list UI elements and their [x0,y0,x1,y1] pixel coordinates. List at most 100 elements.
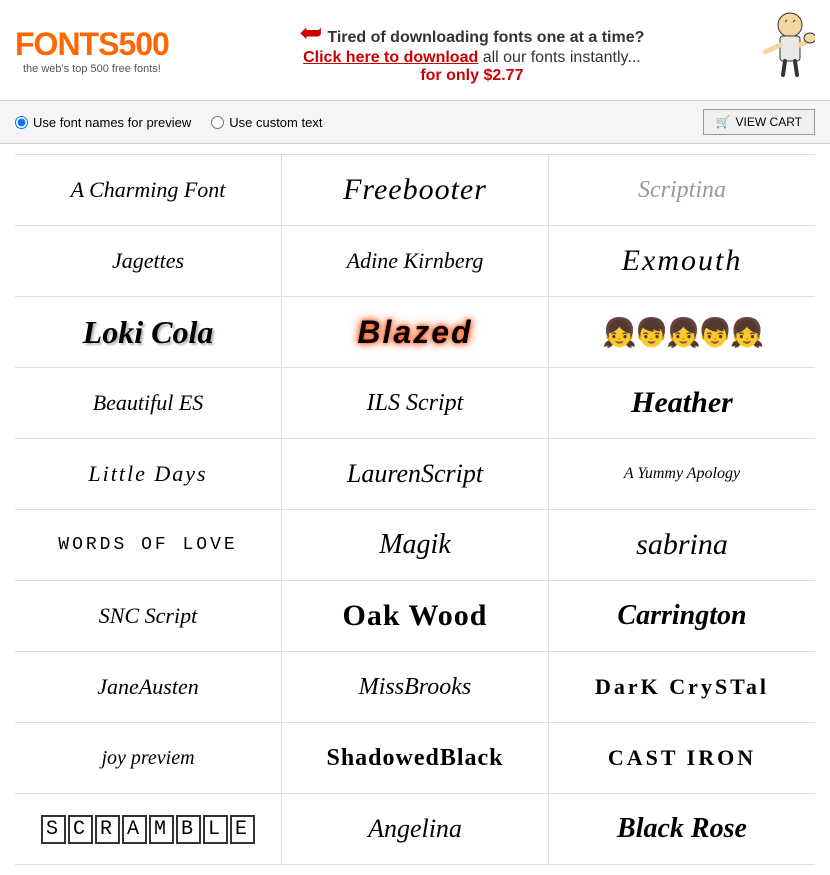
font-row: SCRAMBLE Angelina Black Rose [15,794,815,865]
font-cell[interactable]: Jagettes [15,226,282,296]
cart-icon: 🛒 [716,115,731,129]
font-cell[interactable]: sabrina [549,510,815,580]
font-cell[interactable]: Adine Kirnberg [282,226,549,296]
ad-rest: all our fonts instantly... [483,49,641,66]
scramble-l: L [203,815,228,844]
font-preview: SCRAMBLE [40,814,256,845]
font-preview: Exmouth [622,244,743,278]
font-preview: JaneAusten [97,674,198,700]
logo-fonts: FONTS [15,26,118,62]
view-cart-button[interactable]: 🛒 VIEW CART [703,109,815,135]
font-cell[interactable]: Oak Wood [282,581,549,651]
font-preview: Loki Cola [83,314,214,351]
font-cell[interactable]: Exmouth [549,226,815,296]
font-grid: A Charming Font Freebooter Scriptina Jag… [0,144,830,875]
font-preview: Heather [631,386,733,420]
font-preview: A Charming Font [71,177,226,203]
font-cell[interactable]: Black Rose [549,794,815,864]
font-row: A Charming Font Freebooter Scriptina [15,154,815,226]
font-preview: MissBrooks [359,674,471,701]
font-cell[interactable]: Freebooter [282,155,549,225]
font-cell[interactable]: Blazed [282,297,549,367]
font-preview: Jagettes [112,248,184,274]
font-cell[interactable]: SCRAMBLE [15,794,282,864]
font-preview: Little Days [88,461,207,487]
font-row: WORDS OF LOVE Magik sabrina [15,510,815,581]
font-preview: Beautiful ES [93,390,204,416]
ad-line1: Tired of downloading fonts one at a time… [327,29,644,46]
scramble-a: A [122,815,147,844]
font-preview: WORDS OF LOVE [58,535,237,555]
font-preview: joy previem [101,747,194,770]
font-row: Jagettes Adine Kirnberg Exmouth [15,226,815,297]
font-cell[interactable]: MissBrooks [282,652,549,722]
font-cell[interactable]: SNC Script [15,581,282,651]
use-custom-text-label[interactable]: Use custom text [211,115,322,130]
font-preview: A Yummy Apology [624,465,740,483]
font-preview: Carrington [617,600,746,632]
font-cell[interactable]: DarK CrySTal [549,652,815,722]
font-preview: Magik [379,529,451,561]
font-cell[interactable]: LaurenScript [282,439,549,509]
mascot-image [755,10,815,90]
font-cell[interactable]: Loki Cola [15,297,282,367]
scramble-r: R [95,815,120,844]
font-preview: Scriptina [638,177,726,204]
font-preview: SNC Script [99,603,197,629]
font-cell[interactable]: ILS Script [282,368,549,438]
font-cell[interactable]: Carrington [549,581,815,651]
font-preview: LaurenScript [347,459,483,489]
font-row: JaneAusten MissBrooks DarK CrySTal [15,652,815,723]
font-cell[interactable]: Heather [549,368,815,438]
font-cell[interactable]: JaneAusten [15,652,282,722]
logo-tagline: the web's top 500 free fonts! [15,63,169,75]
font-cell[interactable]: Magik [282,510,549,580]
ad-section: ➥ Tired of downloading fonts one at a ti… [189,16,755,85]
font-cell[interactable]: Beautiful ES [15,368,282,438]
font-preview: ILS Script [367,390,464,417]
font-row: Beautiful ES ILS Script Heather [15,368,815,439]
font-preview: Angelina [368,814,462,844]
ad-price: for only $2.77 [420,67,523,84]
font-cell[interactable]: CAST IRON [549,723,815,793]
ad-content: ➥ Tired of downloading fonts one at a ti… [189,16,755,85]
font-cell[interactable]: A Yummy Apology [549,439,815,509]
scramble-m: M [149,815,174,844]
use-custom-text-text: Use custom text [229,115,322,130]
font-row: Loki Cola Blazed 👧👦👧👦👧 [15,297,815,368]
use-font-names-label[interactable]: Use font names for preview [15,115,191,130]
scramble-e: E [230,815,255,844]
font-preview: DarK CrySTal [595,674,769,700]
font-row: joy previem ShadowedBlack CAST IRON [15,723,815,794]
logo-text: FONTS500 [15,26,169,63]
font-preview: Black Rose [617,813,747,845]
font-cell[interactable]: A Charming Font [15,155,282,225]
font-row: SNC Script Oak Wood Carrington [15,581,815,652]
font-cell[interactable]: joy previem [15,723,282,793]
font-preview: 👧👦👧👦👧 [602,316,761,349]
use-font-names-text: Use font names for preview [33,115,191,130]
font-preview: Oak Wood [342,599,487,633]
font-cell[interactable]: 👧👦👧👦👧 [549,297,815,367]
controls-bar: Use font names for preview Use custom te… [0,101,830,144]
font-cell[interactable]: ShadowedBlack [282,723,549,793]
font-cell[interactable]: WORDS OF LOVE [15,510,282,580]
font-cell[interactable]: Angelina [282,794,549,864]
font-preview: Freebooter [343,173,487,207]
font-cell[interactable]: Scriptina [549,155,815,225]
use-font-names-radio[interactable] [15,116,28,129]
use-custom-text-radio[interactable] [211,116,224,129]
scramble-b: B [176,815,201,844]
ad-arrow-icon: ➥ [299,16,322,49]
font-preview: Blazed [357,314,472,351]
font-preview: Adine Kirnberg [347,248,484,274]
font-preview: sabrina [636,528,728,562]
logo-500: 500 [118,26,168,62]
scramble-c: C [68,815,93,844]
scramble-s: S [41,815,66,844]
header: FONTS500 the web's top 500 free fonts! ➥… [0,0,830,101]
cart-label: VIEW CART [736,115,802,129]
font-cell[interactable]: Little Days [15,439,282,509]
logo[interactable]: FONTS500 the web's top 500 free fonts! [15,26,169,75]
ad-download-link[interactable]: Click here to download [303,49,478,66]
